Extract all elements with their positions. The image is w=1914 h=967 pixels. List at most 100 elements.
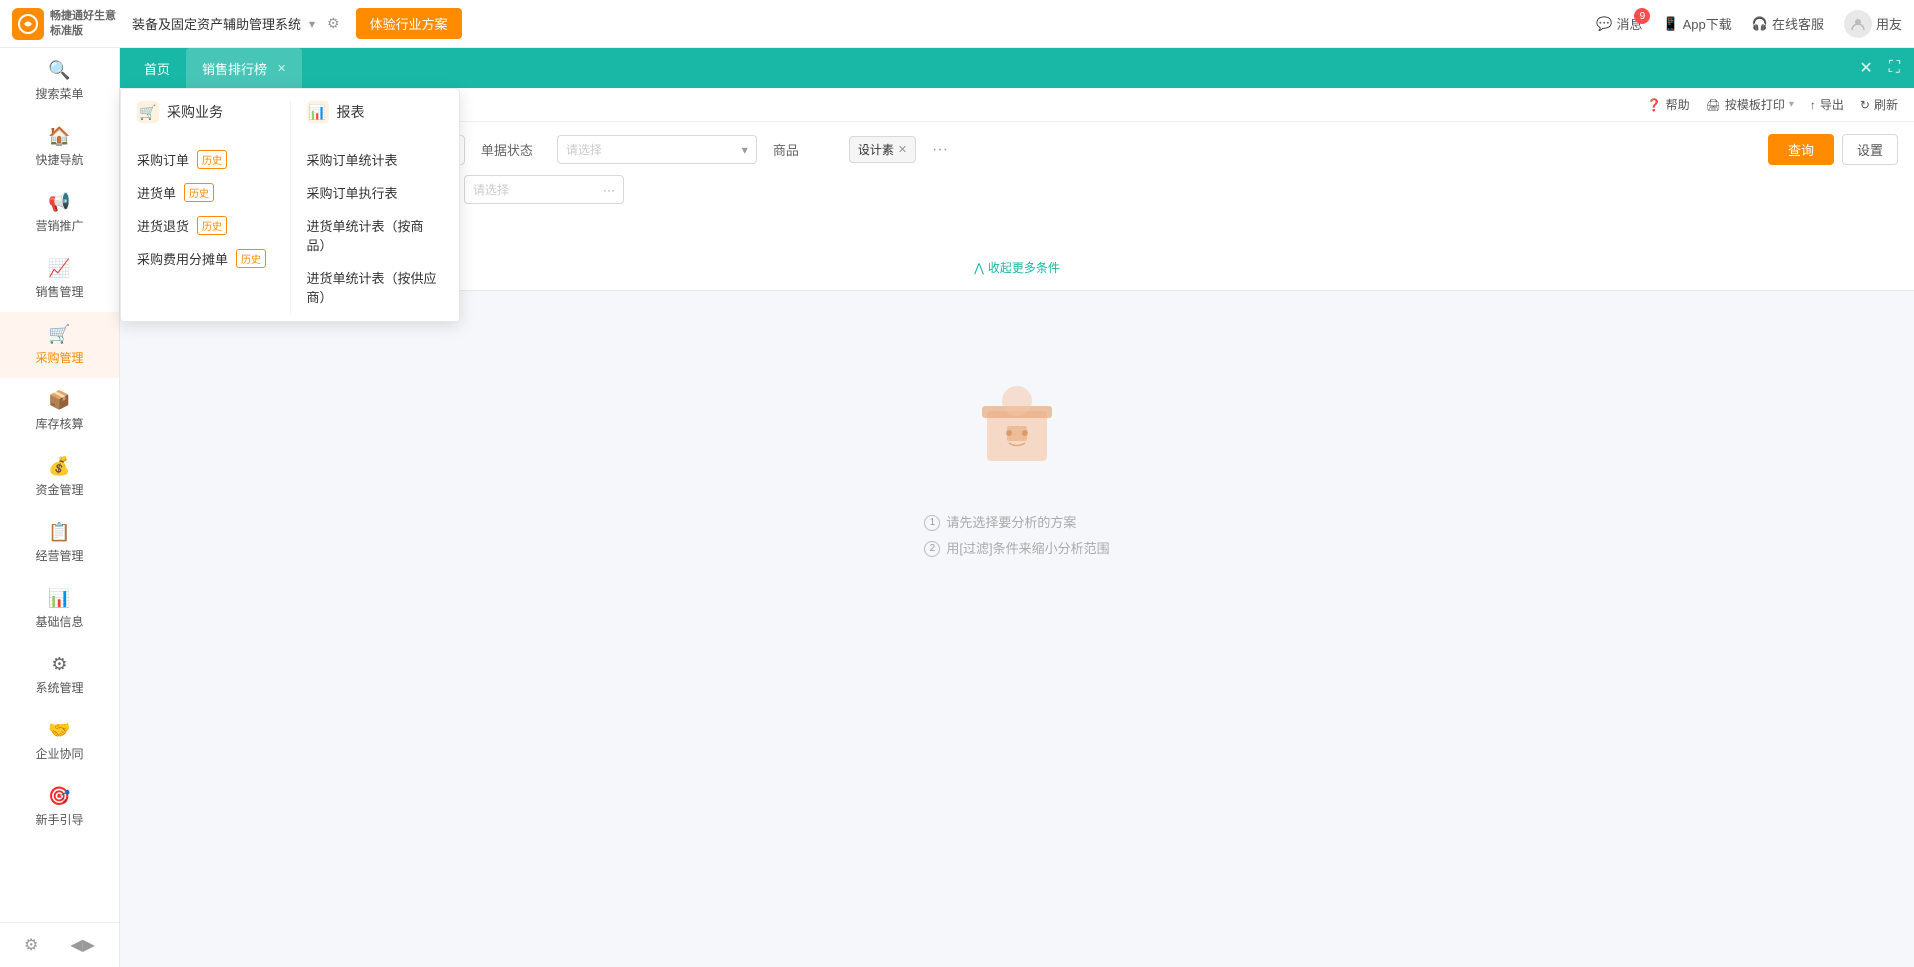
purchase-icon: 🛒 bbox=[48, 324, 70, 345]
bill-status-label: 单据状态 bbox=[481, 140, 541, 159]
bill-status-arrow-icon: ▾ bbox=[742, 143, 748, 157]
tab-close-icon[interactable]: ✕ bbox=[277, 62, 286, 75]
collapse-sidebar-icon[interactable]: ◀▶ bbox=[70, 935, 95, 955]
reports-header-icon: 📊 bbox=[307, 101, 329, 123]
refresh-button[interactable]: ↻ 刷新 bbox=[1860, 96, 1898, 113]
sidebar-item-finance[interactable]: 💰 资金管理 bbox=[0, 444, 119, 510]
industry-button[interactable]: 体验行业方案 bbox=[356, 8, 462, 39]
goods-label: 商品 bbox=[773, 140, 833, 159]
topbar-right: 💬 消息 9 📱 App下载 🎧 在线客服 用友 bbox=[1596, 10, 1902, 38]
setting-button[interactable]: 设置 bbox=[1842, 134, 1898, 165]
hist-badge-0: 历史 bbox=[197, 150, 227, 169]
empty-illustration bbox=[957, 371, 1077, 490]
settings-footer-icon[interactable]: ⚙ bbox=[24, 935, 38, 955]
dropdown-columns: 🛒 采购业务 采购订单 历史 进货单 历史 进货退货 历史 采购费用分摊单 历史 bbox=[121, 101, 459, 313]
query-button[interactable]: 查询 bbox=[1768, 134, 1834, 165]
gear-icon[interactable]: ⚙ bbox=[327, 15, 340, 32]
bill-status-select[interactable]: 请选择 ▾ bbox=[557, 135, 757, 164]
collapse-icon: ⋀ bbox=[974, 261, 984, 275]
dropdown-item-purchase-order[interactable]: 采购订单 历史 bbox=[137, 143, 274, 176]
print-icon: 🖨 bbox=[1706, 98, 1721, 112]
phone-icon: 📱 bbox=[1662, 16, 1678, 32]
user-button[interactable]: 用友 bbox=[1844, 10, 1902, 38]
tabbar-actions: ✕ ⛶ bbox=[1853, 54, 1906, 82]
management-icon: 📋 bbox=[48, 522, 70, 543]
export-icon: ↑ bbox=[1810, 98, 1816, 112]
system-info: 装备及固定资产辅助管理系统 ▾ ⚙ 体验行业方案 bbox=[132, 8, 1596, 39]
dropdown-item-report-2[interactable]: 采购订单执行表 bbox=[307, 176, 444, 209]
headset-icon: 🎧 bbox=[1752, 16, 1768, 32]
help-icon: ❓ bbox=[1647, 98, 1662, 112]
empty-tips: 1 请先选择要分析的方案 2 用[过滤]条件来缩小分析范围 bbox=[924, 510, 1109, 562]
dropdown-item-inbound[interactable]: 进货单 历史 bbox=[137, 176, 274, 209]
sidebar-item-management[interactable]: 📋 经营管理 bbox=[0, 510, 119, 576]
dropdown-item-report-3[interactable]: 进货单统计表（按商品） bbox=[307, 209, 444, 261]
message-badge: 9 bbox=[1634, 8, 1650, 24]
message-button[interactable]: 💬 消息 9 bbox=[1596, 14, 1642, 33]
finance-icon: 💰 bbox=[48, 456, 70, 477]
logo-icon bbox=[12, 8, 44, 40]
hist-badge-3: 历史 bbox=[236, 249, 266, 268]
empty-state: 1 请先选择要分析的方案 2 用[过滤]条件来缩小分析范围 bbox=[120, 291, 1914, 642]
app-logo: 畅捷通好生意 标准版 bbox=[12, 8, 132, 40]
dropdown-col-reports: 📊 报表 采购订单统计表 采购订单执行表 进货单统计表（按商品） 进货单统计表（… bbox=[291, 101, 460, 313]
tab-maximize-icon[interactable]: ⛶ bbox=[1883, 55, 1906, 81]
system-dropdown-arrow[interactable]: ▾ bbox=[309, 17, 315, 31]
sidebar-item-system[interactable]: ⚙ 系统管理 bbox=[0, 642, 119, 708]
avatar bbox=[1844, 10, 1872, 38]
topbar: 畅捷通好生意 标准版 装备及固定资产辅助管理系统 ▾ ⚙ 体验行业方案 💬 消息… bbox=[0, 0, 1914, 48]
dropdown-header-reports: 📊 报表 bbox=[307, 101, 444, 131]
sidebar-footer: ⚙ ◀▶ bbox=[0, 922, 119, 967]
inventory-icon: 📦 bbox=[48, 390, 70, 411]
sidebar-item-purchase[interactable]: 🛒 采购管理 bbox=[0, 312, 119, 378]
help-button[interactable]: ❓ 帮助 bbox=[1647, 96, 1690, 113]
home-icon: 🏠 bbox=[48, 126, 70, 147]
tab-close-window-icon[interactable]: ✕ bbox=[1853, 54, 1878, 82]
sidebar-item-marketing[interactable]: 📢 营销推广 bbox=[0, 180, 119, 246]
dropdown-item-inbound-return[interactable]: 进货退货 历史 bbox=[137, 209, 274, 242]
sidebar-item-collaboration[interactable]: 🤝 企业协同 bbox=[0, 708, 119, 774]
purchase-header-icon: 🛒 bbox=[137, 101, 159, 123]
sidebar-item-guide[interactable]: 🎯 新手引导 bbox=[0, 774, 119, 840]
goods-tag-close-icon[interactable]: ✕ bbox=[898, 143, 907, 156]
message-icon: 💬 bbox=[1596, 16, 1612, 32]
salesperson-arrow-icon: ··· bbox=[603, 183, 615, 197]
sidebar-item-navigation[interactable]: 🏠 快捷导航 bbox=[0, 114, 119, 180]
refresh-icon: ↻ bbox=[1860, 98, 1870, 112]
tabbar: 首页 销售排行榜 ✕ ✕ ⛶ bbox=[120, 48, 1914, 88]
goods-more-dots[interactable]: ··· bbox=[932, 141, 948, 159]
print-dropdown-icon[interactable]: ▾ bbox=[1789, 99, 1794, 110]
tab-sales-rank[interactable]: 销售排行榜 ✕ bbox=[186, 48, 302, 88]
guide-icon: 🎯 bbox=[48, 786, 70, 807]
system-name: 装备及固定资产辅助管理系统 bbox=[132, 14, 301, 33]
empty-tip-2: 2 用[过滤]条件来缩小分析范围 bbox=[924, 536, 1109, 562]
marketing-icon: 📢 bbox=[48, 192, 70, 213]
sidebar: 🔍 搜索菜单 🏠 快捷导航 📢 营销推广 📈 销售管理 🛒 采购管理 📦 库存核… bbox=[0, 48, 120, 967]
goods-filter-tag: 设计素 ✕ bbox=[849, 136, 916, 163]
empty-tip-1: 1 请先选择要分析的方案 bbox=[924, 510, 1109, 536]
sidebar-item-sales[interactable]: 📈 销售管理 bbox=[0, 246, 119, 312]
sidebar-item-basic-info[interactable]: 📊 基础信息 bbox=[0, 576, 119, 642]
sales-icon: 📈 bbox=[48, 258, 70, 279]
hist-badge-2: 历史 bbox=[197, 216, 227, 235]
export-button[interactable]: ↑ 导出 bbox=[1810, 96, 1844, 113]
online-service-button[interactable]: 🎧 在线客服 bbox=[1752, 14, 1824, 33]
dropdown-col-purchase: 🛒 采购业务 采购订单 历史 进货单 历史 进货退货 历史 采购费用分摊单 历史 bbox=[121, 101, 291, 313]
dropdown-header-purchase: 🛒 采购业务 bbox=[137, 101, 274, 131]
salesperson-select[interactable]: 请选择 ··· bbox=[464, 175, 624, 204]
system-icon: ⚙ bbox=[51, 654, 67, 675]
basic-info-icon: 📊 bbox=[48, 588, 70, 609]
dropdown-item-report-4[interactable]: 进货单统计表（按供应商） bbox=[307, 261, 444, 313]
app-download-button[interactable]: 📱 App下载 bbox=[1662, 14, 1731, 33]
dropdown-item-report-1[interactable]: 采购订单统计表 bbox=[307, 143, 444, 176]
sidebar-item-search[interactable]: 🔍 搜索菜单 bbox=[0, 48, 119, 114]
tab-home[interactable]: 首页 bbox=[128, 48, 186, 88]
print-button[interactable]: 🖨 按模板打印 ▾ bbox=[1706, 96, 1794, 113]
search-icon: 🔍 bbox=[48, 60, 70, 81]
sidebar-item-inventory[interactable]: 📦 库存核算 bbox=[0, 378, 119, 444]
dropdown-item-purchase-fee[interactable]: 采购费用分摊单 历史 bbox=[137, 242, 274, 275]
app-name: 畅捷通好生意 标准版 bbox=[50, 9, 116, 38]
dropdown-purchase-menu: 🛒 采购业务 采购订单 历史 进货单 历史 进货退货 历史 采购费用分摊单 历史 bbox=[120, 88, 460, 322]
filter-actions: 查询 设置 bbox=[1768, 134, 1898, 165]
hist-badge-1: 历史 bbox=[184, 183, 214, 202]
